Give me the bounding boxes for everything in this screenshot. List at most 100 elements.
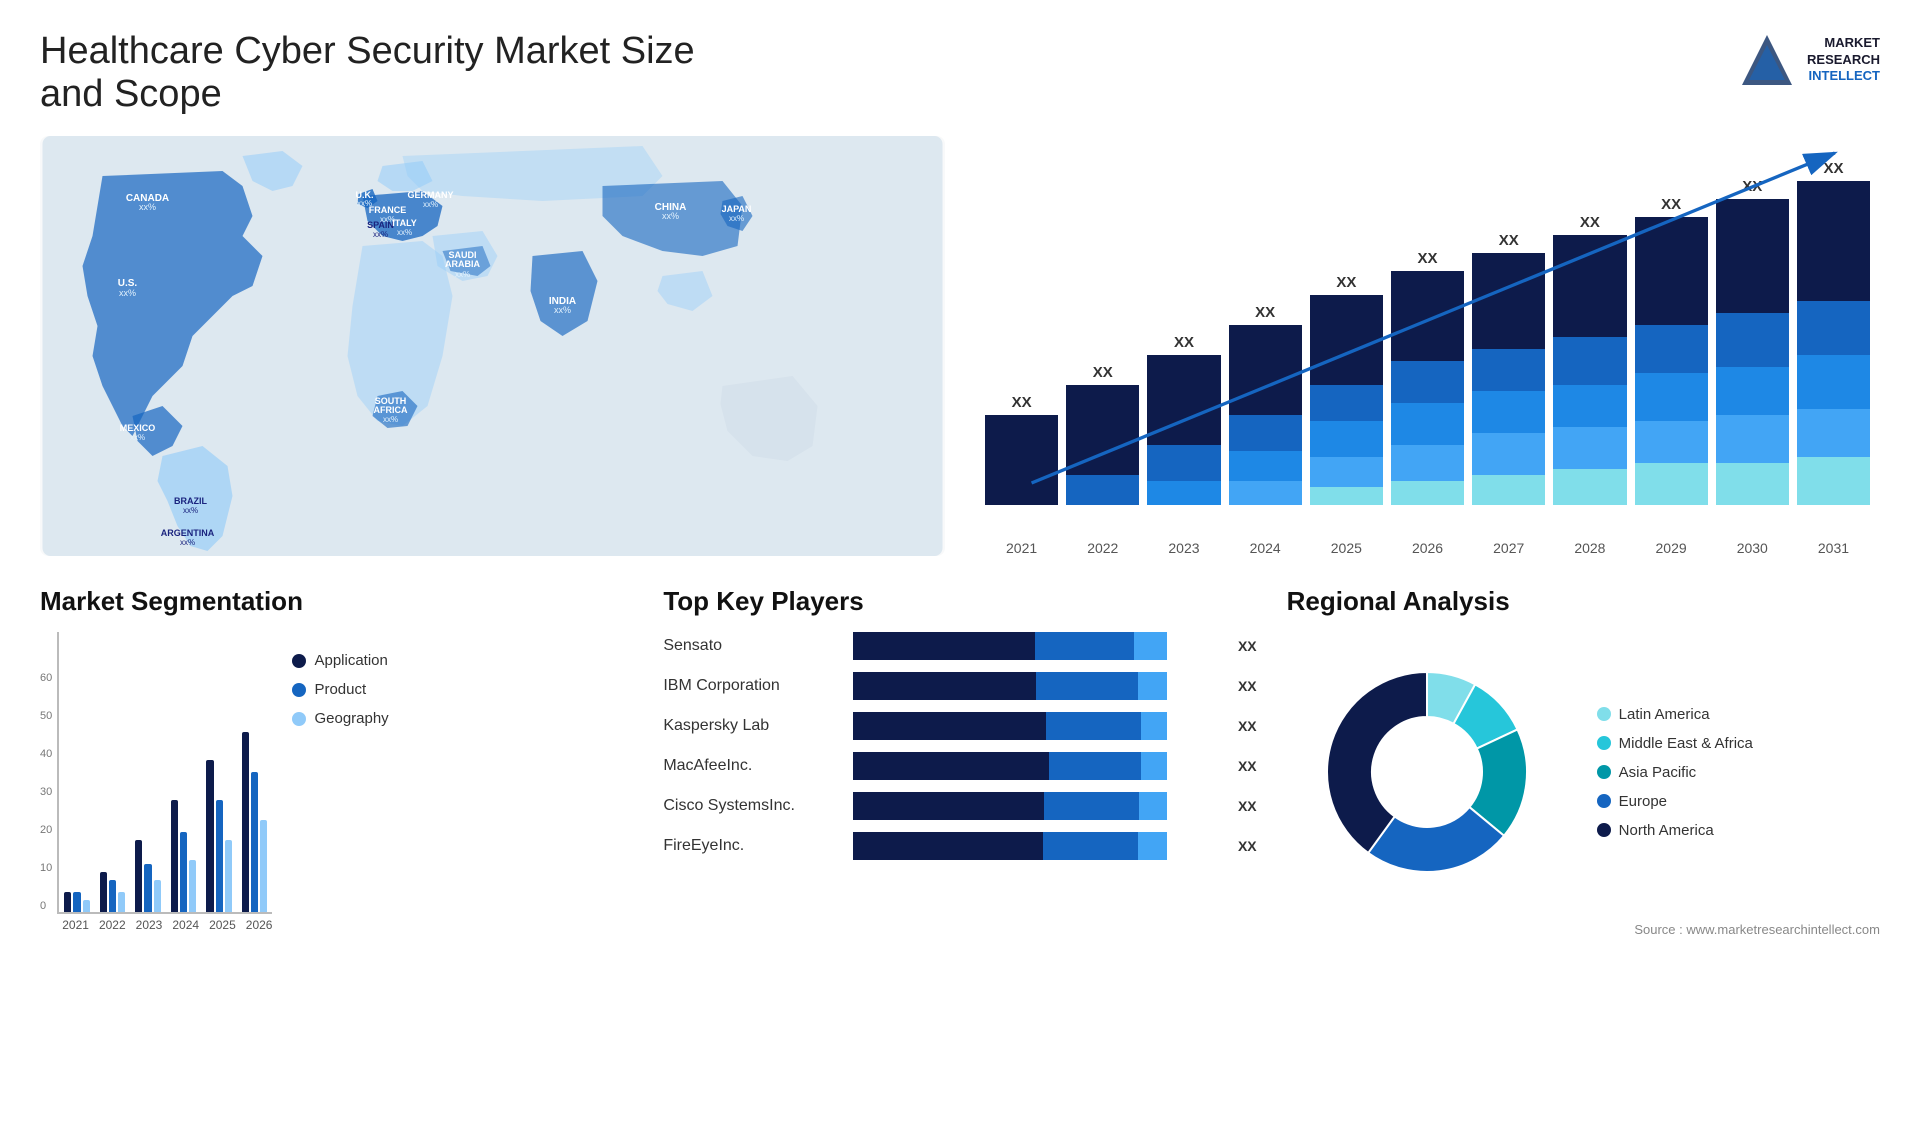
player-bar-value: XX (1238, 798, 1257, 814)
seg-bar-group-5 (242, 732, 268, 912)
player-row: Kaspersky Lab XX (663, 712, 1256, 740)
svg-text:BRAZIL: BRAZIL (174, 496, 207, 506)
players-list: SensatoXXIBM CorporationXXKaspersky LabX… (663, 632, 1256, 860)
legend-dot (292, 683, 306, 697)
legend-label: Application (314, 652, 387, 669)
seg-y-label: 30 (40, 786, 52, 798)
player-bar-value: XX (1238, 838, 1257, 854)
player-name: FireEyeInc. (663, 837, 843, 855)
legend-dot (292, 654, 306, 668)
donut-and-legend: Latin America Middle East & Africa Asia Pa… (1287, 632, 1880, 912)
bar-group-7: XX (1553, 214, 1626, 505)
regional-legend-item: Latin America (1597, 706, 1753, 723)
top-section: CANADA xx% U.S. xx% MEXICO xx% BRAZIL xx… (40, 136, 1880, 556)
regional-legend-item: Europe (1597, 793, 1753, 810)
regional-legend-label: Latin America (1619, 706, 1710, 723)
legend-label: Product (314, 681, 366, 698)
regional-legend-label: Middle East & Africa (1619, 735, 1753, 752)
regional-legend-dot (1597, 765, 1611, 779)
regional-legend-item: Middle East & Africa (1597, 735, 1753, 752)
seg-y-label: 60 (40, 672, 52, 684)
legend-item: Geography (292, 710, 388, 727)
world-map-svg: CANADA xx% U.S. xx% MEXICO xx% BRAZIL xx… (40, 136, 945, 556)
svg-text:xx%: xx% (729, 214, 744, 223)
seg-y-label: 10 (40, 862, 52, 874)
bar-group-5: XX (1391, 250, 1464, 505)
seg-y-label: 20 (40, 824, 52, 836)
svg-text:xx%: xx% (554, 305, 571, 315)
bar-group-10: XX (1797, 160, 1870, 505)
regional-legend-label: North America (1619, 822, 1714, 839)
seg-chart: 0102030405060 202120222023202420252026 A… (40, 632, 633, 982)
regional-legend-label: Europe (1619, 793, 1667, 810)
regional-panel: Regional Analysis Latin America Middle Ea… (1287, 586, 1880, 1036)
player-bar-value: XX (1238, 678, 1257, 694)
regional-legend-item: North America (1597, 822, 1753, 839)
bar-group-8: XX (1635, 196, 1708, 505)
svg-text:GERMANY: GERMANY (407, 190, 453, 200)
player-name: Sensato (663, 637, 843, 655)
svg-text:xx%: xx% (119, 288, 136, 298)
logo-icon (1737, 30, 1797, 90)
regional-legend-dot (1597, 736, 1611, 750)
svg-text:xx%: xx% (183, 506, 198, 515)
svg-text:xx%: xx% (662, 211, 679, 221)
bar-group-3: XX (1229, 304, 1302, 505)
player-name: Kaspersky Lab (663, 717, 843, 735)
regional-legend-dot (1597, 823, 1611, 837)
seg-bar-group-0 (64, 892, 90, 912)
svg-text:xx%: xx% (139, 202, 156, 212)
main-bar-chart: XXXXXXXXXXXXXXXXXXXXXX (975, 120, 1880, 505)
legend-dot (292, 712, 306, 726)
regional-legend-dot (1597, 707, 1611, 721)
legend-item: Product (292, 681, 388, 698)
seg-bar-group-1 (100, 872, 126, 912)
bar-group-6: XX (1472, 232, 1545, 505)
seg-bars (57, 632, 272, 914)
top-players-panel: Top Key Players SensatoXXIBM Corporation… (663, 586, 1256, 1036)
svg-text:JAPAN: JAPAN (722, 204, 752, 214)
player-row: Cisco SystemsInc. XX (663, 792, 1256, 820)
bar-group-1: XX (1066, 364, 1139, 505)
player-row: IBM Corporation XX (663, 672, 1256, 700)
logo: MARKET RESEARCH INTELLECT (1737, 30, 1880, 90)
players-title: Top Key Players (663, 586, 1256, 617)
seg-bar-group-2 (135, 840, 161, 912)
player-name: MacAfeeInc. (663, 757, 843, 775)
seg-bar-group-4 (206, 760, 232, 912)
svg-text:xx%: xx% (423, 200, 438, 209)
regional-title: Regional Analysis (1287, 586, 1880, 617)
bar-x-labels: 2021202220232024202520262027202820292030… (975, 535, 1880, 556)
player-row: FireEyeInc. XX (663, 832, 1256, 860)
svg-text:MEXICO: MEXICO (120, 423, 156, 433)
market-segmentation-panel: Market Segmentation 0102030405060 202120… (40, 586, 633, 1036)
svg-text:ARABIA: ARABIA (445, 259, 480, 269)
player-row: MacAfeeInc.XX (663, 752, 1256, 780)
seg-legend: Application Product Geography (292, 632, 388, 727)
svg-text:xx%: xx% (455, 270, 470, 279)
regional-legend-item: Asia Pacific (1597, 764, 1753, 781)
player-bar-value: XX (1238, 718, 1257, 734)
regional-legend-dot (1597, 794, 1611, 808)
svg-text:ITALY: ITALY (392, 218, 417, 228)
bar-group-4: XX (1310, 274, 1383, 505)
bar-group-9: XX (1716, 178, 1789, 505)
player-row: SensatoXX (663, 632, 1256, 660)
player-name: IBM Corporation (663, 677, 843, 695)
bottom-section: Market Segmentation 0102030405060 202120… (40, 586, 1880, 1036)
regional-legend: Latin America Middle East & Africa Asia Pa… (1597, 706, 1753, 839)
logo-text: MARKET RESEARCH INTELLECT (1807, 35, 1880, 86)
seg-y-label: 50 (40, 710, 52, 722)
legend-label: Geography (314, 710, 388, 727)
svg-text:FRANCE: FRANCE (369, 205, 407, 215)
bar-chart-container: XXXXXXXXXXXXXXXXXXXXXX 20212022202320242… (975, 136, 1880, 556)
player-name: Cisco SystemsInc. (663, 797, 843, 815)
source-text: Source : www.marketresearchintellect.com (1287, 922, 1880, 937)
legend-item: Application (292, 652, 388, 669)
svg-text:xx%: xx% (130, 433, 145, 442)
svg-text:xx%: xx% (397, 228, 412, 237)
bar-group-0: XX (985, 394, 1058, 505)
page-header: Healthcare Cyber Security Market Size an… (40, 30, 1880, 116)
map-container: CANADA xx% U.S. xx% MEXICO xx% BRAZIL xx… (40, 136, 945, 556)
svg-text:AFRICA: AFRICA (374, 405, 408, 415)
